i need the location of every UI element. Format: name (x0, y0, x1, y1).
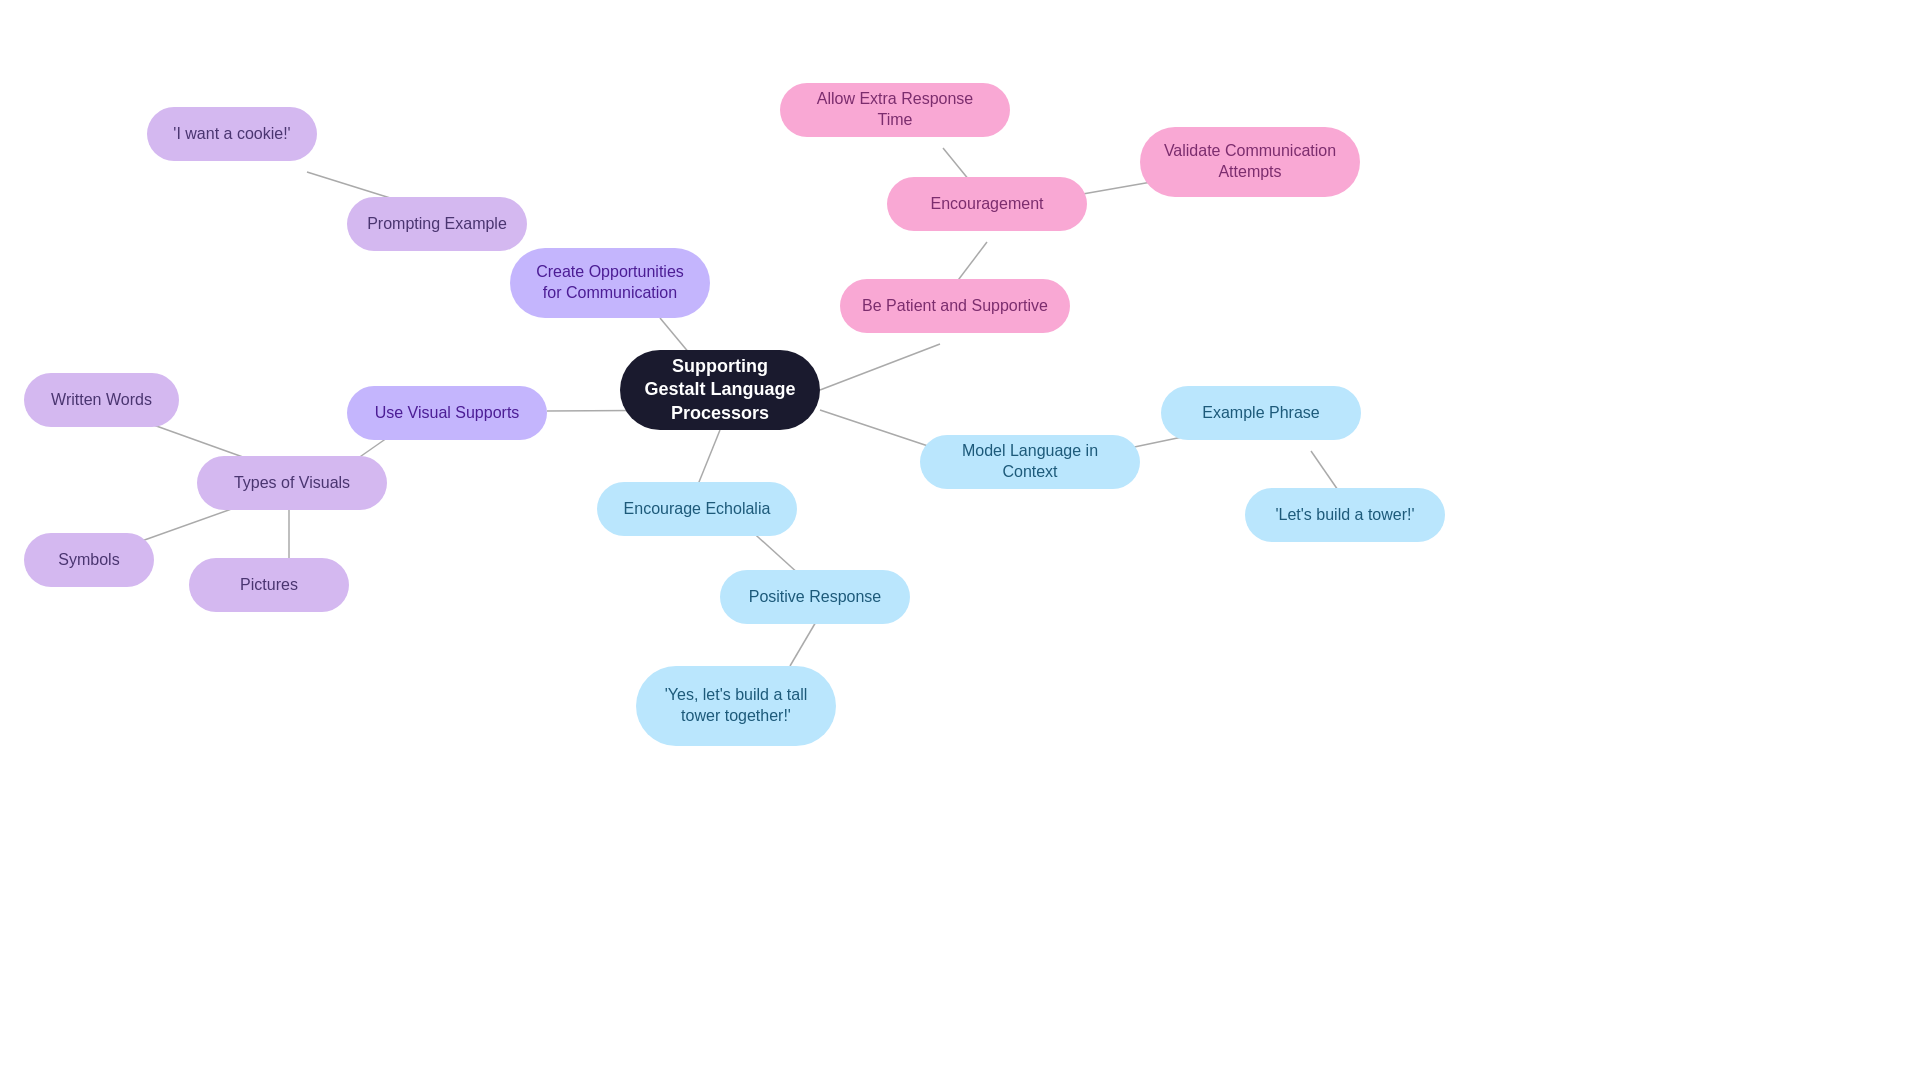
cookie-node: 'I want a cookie!' (147, 107, 317, 161)
example-phrase-node: Example Phrase (1161, 386, 1361, 440)
center-node: Supporting Gestalt Language Processors (620, 350, 820, 430)
written-node: Written Words (24, 373, 179, 427)
svg-line-3 (820, 344, 940, 390)
types-visuals-node: Types of Visuals (197, 456, 387, 510)
encourage-ech-node: Encourage Echolalia (597, 482, 797, 536)
use-visual-node: Use Visual Supports (347, 386, 547, 440)
validate-node: Validate Communication Attempts (1140, 127, 1360, 197)
encouragement-node: Encouragement (887, 177, 1087, 231)
svg-line-12 (697, 430, 720, 487)
lets-build-node: 'Let's build a tower!' (1245, 488, 1445, 542)
model-lang-node: Model Language in Context (920, 435, 1140, 489)
allow-extra-node: Allow Extra Response Time (780, 83, 1010, 137)
create-opps-node: Create Opportunities for Communication (510, 248, 710, 318)
be-patient-node: Be Patient and Supportive (840, 279, 1070, 333)
yes-build-node: 'Yes, let's build a tall tower together!… (636, 666, 836, 746)
symbols-node: Symbols (24, 533, 154, 587)
pictures-node: Pictures (189, 558, 349, 612)
prompting-node: Prompting Example (347, 197, 527, 251)
positive-resp-node: Positive Response (720, 570, 910, 624)
svg-line-17 (1311, 451, 1340, 493)
